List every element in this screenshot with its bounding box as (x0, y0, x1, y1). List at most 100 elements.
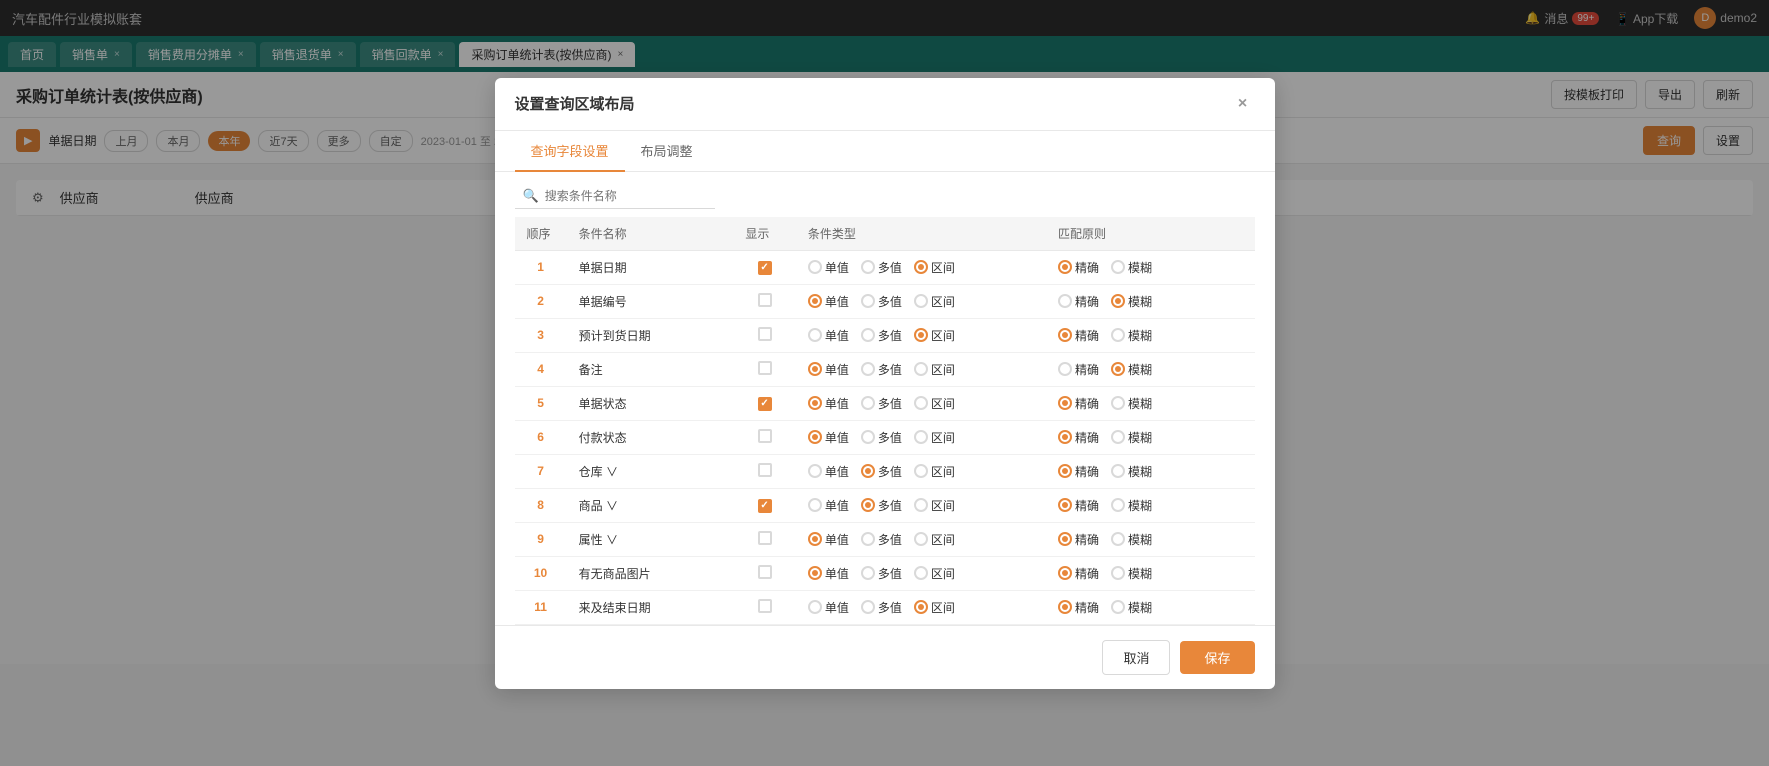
type-radio-单值[interactable]: 单值 (808, 497, 849, 514)
type-radio-单值[interactable]: 单值 (808, 327, 849, 344)
type-radio-单值[interactable]: 单值 (808, 429, 849, 446)
type-radio-多值[interactable]: 多值 (861, 565, 902, 582)
radio-circle (914, 260, 928, 274)
type-radio-区间[interactable]: 区间 (914, 395, 955, 412)
cell-match: 精确模糊 (1046, 352, 1254, 386)
type-radio-多值[interactable]: 多值 (861, 429, 902, 446)
type-radio-单值[interactable]: 单值 (808, 531, 849, 548)
match-radio-模糊[interactable]: 模糊 (1111, 565, 1152, 582)
show-checkbox[interactable] (758, 531, 772, 545)
cancel-button[interactable]: 取消 (1102, 640, 1170, 675)
type-radio-区间[interactable]: 区间 (914, 599, 955, 616)
show-checkbox[interactable] (758, 429, 772, 443)
radio-label: 精确 (1075, 565, 1099, 582)
type-radio-区间[interactable]: 区间 (914, 497, 955, 514)
match-radio-模糊[interactable]: 模糊 (1111, 497, 1152, 514)
type-radio-多值[interactable]: 多值 (861, 395, 902, 412)
match-radio-精确[interactable]: 精确 (1058, 463, 1099, 480)
type-radio-区间[interactable]: 区间 (914, 531, 955, 548)
radio-label: 单值 (825, 327, 849, 344)
type-radio-区间[interactable]: 区间 (914, 259, 955, 276)
radio-label: 单值 (825, 497, 849, 514)
cell-show[interactable] (733, 386, 796, 420)
type-radio-多值[interactable]: 多值 (861, 531, 902, 548)
cell-show[interactable] (733, 590, 796, 624)
modal-tab-layout[interactable]: 布局调整 (625, 131, 709, 172)
type-radio-区间[interactable]: 区间 (914, 327, 955, 344)
type-radio-多值[interactable]: 多值 (861, 293, 902, 310)
type-radio-区间[interactable]: 区间 (914, 565, 955, 582)
cell-show[interactable] (733, 284, 796, 318)
type-radio-多值[interactable]: 多值 (861, 259, 902, 276)
match-radio-模糊[interactable]: 模糊 (1111, 361, 1152, 378)
type-radio-单值[interactable]: 单值 (808, 361, 849, 378)
show-checkbox[interactable] (758, 565, 772, 579)
show-checkbox[interactable] (758, 361, 772, 375)
modal-table-container: 顺序 条件名称 显示 条件类型 匹配原则 1单据日期单值多值区间精确模糊2单据编… (495, 217, 1275, 625)
type-radio-单值[interactable]: 单值 (808, 599, 849, 616)
match-radio-精确[interactable]: 精确 (1058, 259, 1099, 276)
type-radio-多值[interactable]: 多值 (861, 463, 902, 480)
match-radio-模糊[interactable]: 模糊 (1111, 429, 1152, 446)
type-radio-单值[interactable]: 单值 (808, 463, 849, 480)
radio-label: 模糊 (1128, 531, 1152, 548)
cell-show[interactable] (733, 318, 796, 352)
search-input-wrap: 🔍 (515, 184, 715, 209)
save-button[interactable]: 保存 (1180, 641, 1254, 674)
radio-circle (808, 430, 822, 444)
cell-show[interactable] (733, 522, 796, 556)
cell-show[interactable] (733, 454, 796, 488)
show-checkbox[interactable] (758, 261, 772, 275)
show-checkbox[interactable] (758, 397, 772, 411)
type-radio-区间[interactable]: 区间 (914, 293, 955, 310)
cell-show[interactable] (733, 420, 796, 454)
type-radio-单值[interactable]: 单值 (808, 293, 849, 310)
cell-type: 单值多值区间 (796, 318, 1046, 352)
match-radio-模糊[interactable]: 模糊 (1111, 599, 1152, 616)
cell-match: 精确模糊 (1046, 590, 1254, 624)
match-radio-精确[interactable]: 精确 (1058, 361, 1099, 378)
radio-circle (914, 566, 928, 580)
show-checkbox[interactable] (758, 599, 772, 613)
type-radio-单值[interactable]: 单值 (808, 395, 849, 412)
show-checkbox[interactable] (758, 463, 772, 477)
show-checkbox[interactable] (758, 327, 772, 341)
type-radio-单值[interactable]: 单值 (808, 259, 849, 276)
match-radio-模糊[interactable]: 模糊 (1111, 395, 1152, 412)
type-radio-多值[interactable]: 多值 (861, 361, 902, 378)
match-radio-精确[interactable]: 精确 (1058, 531, 1099, 548)
match-radio-精确[interactable]: 精确 (1058, 599, 1099, 616)
show-checkbox[interactable] (758, 293, 772, 307)
type-radio-区间[interactable]: 区间 (914, 429, 955, 446)
cell-show[interactable] (733, 556, 796, 590)
radio-circle (1058, 294, 1072, 308)
type-radio-多值[interactable]: 多值 (861, 599, 902, 616)
match-radio-精确[interactable]: 精确 (1058, 429, 1099, 446)
type-radio-单值[interactable]: 单值 (808, 565, 849, 582)
cell-show[interactable] (733, 250, 796, 284)
match-radio-模糊[interactable]: 模糊 (1111, 259, 1152, 276)
type-radio-多值[interactable]: 多值 (861, 497, 902, 514)
type-radio-区间[interactable]: 区间 (914, 361, 955, 378)
show-checkbox[interactable] (758, 499, 772, 513)
modal-search-area: 🔍 (495, 172, 1275, 217)
cell-show[interactable] (733, 352, 796, 386)
type-radio-区间[interactable]: 区间 (914, 463, 955, 480)
match-radio-模糊[interactable]: 模糊 (1111, 327, 1152, 344)
cell-show[interactable] (733, 488, 796, 522)
radio-circle (1111, 362, 1125, 376)
match-radio-精确[interactable]: 精确 (1058, 293, 1099, 310)
match-radio-精确[interactable]: 精确 (1058, 327, 1099, 344)
search-input[interactable] (545, 189, 705, 203)
radio-circle (861, 498, 875, 512)
match-radio-模糊[interactable]: 模糊 (1111, 531, 1152, 548)
match-radio-模糊[interactable]: 模糊 (1111, 293, 1152, 310)
type-radio-多值[interactable]: 多值 (861, 327, 902, 344)
match-radio-模糊[interactable]: 模糊 (1111, 463, 1152, 480)
match-radio-精确[interactable]: 精确 (1058, 565, 1099, 582)
cell-type: 单值多值区间 (796, 454, 1046, 488)
match-radio-精确[interactable]: 精确 (1058, 497, 1099, 514)
match-radio-精确[interactable]: 精确 (1058, 395, 1099, 412)
modal-close-button[interactable]: × (1231, 92, 1255, 116)
modal-tab-query[interactable]: 查询字段设置 (515, 131, 625, 172)
